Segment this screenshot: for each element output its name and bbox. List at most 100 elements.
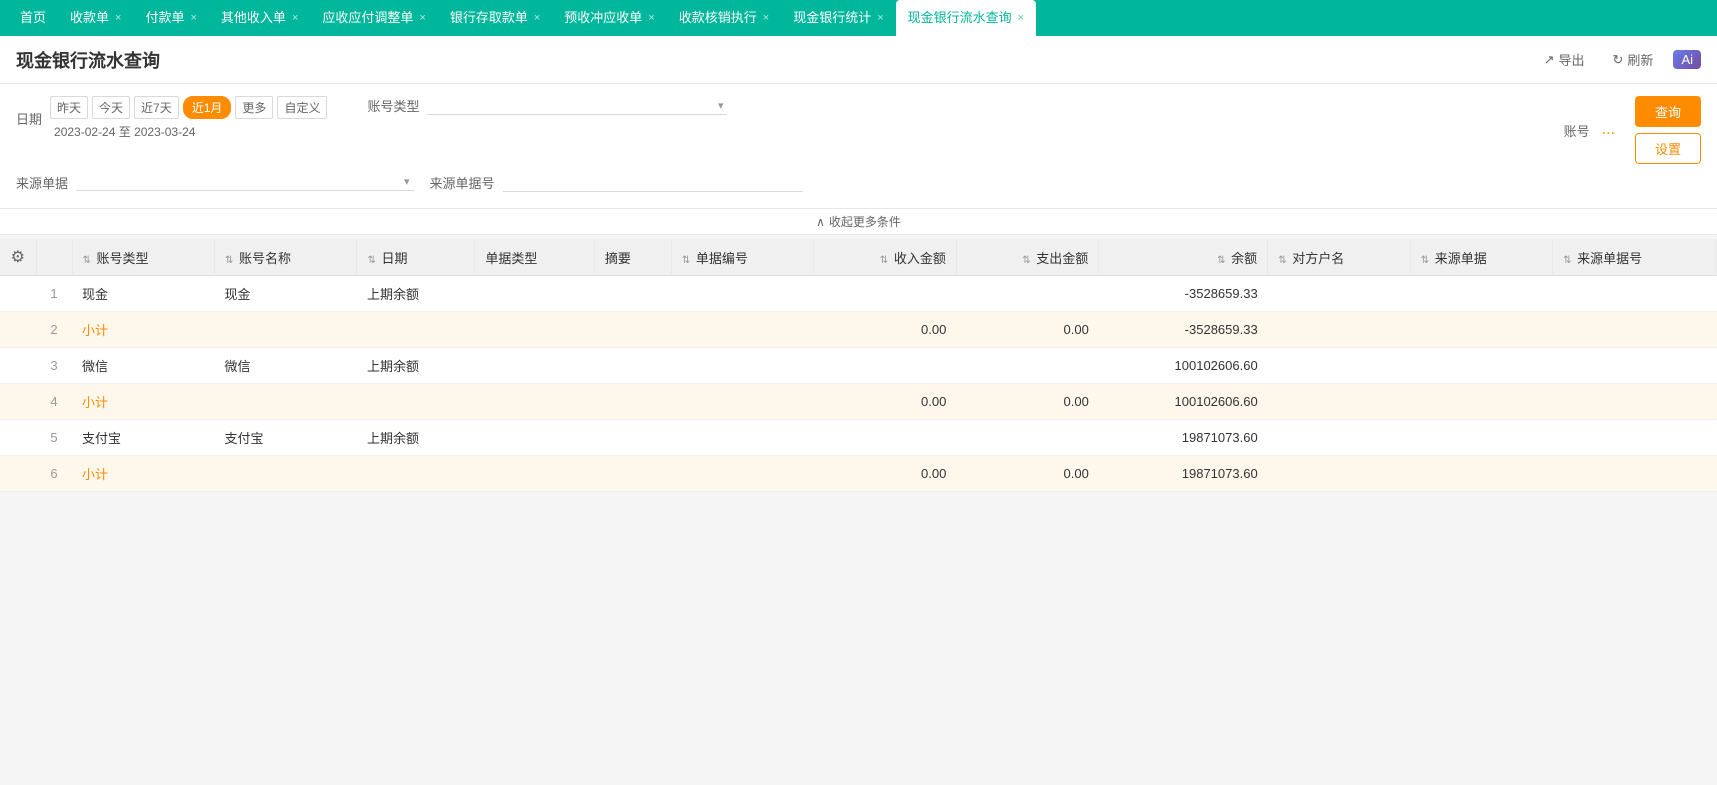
col-source-doc-no[interactable]: ⇅ 来源单据号 <box>1553 239 1717 276</box>
cell-account-type: 小计 <box>72 312 214 348</box>
cell-source-doc-no <box>1553 348 1717 384</box>
cell-date: 上期余额 <box>357 276 475 312</box>
col-doc-no[interactable]: ⇅ 单据编号 <box>671 239 813 276</box>
cell-account-name <box>214 384 356 420</box>
source-doc-no-input[interactable] <box>503 172 803 192</box>
cell-num: 4 <box>36 384 72 420</box>
col-account-name[interactable]: ⇅ 账号名称 <box>214 239 356 276</box>
nav-other-income[interactable]: 其他收入单 × <box>209 0 310 36</box>
close-cash-bank-flow-icon[interactable]: × <box>1018 0 1024 36</box>
account-no-filter-group: 账号 ... 查询 设置 <box>1564 96 1701 164</box>
date-custom[interactable]: 自定义 <box>277 96 327 119</box>
source-doc-chevron-icon: ▾ <box>404 175 410 188</box>
close-advance-offset-icon[interactable]: × <box>648 0 654 36</box>
cell-summary <box>594 456 671 492</box>
cell-gear <box>0 456 36 492</box>
account-type-label: 账号类型 <box>367 96 419 115</box>
cell-doc-type <box>475 276 595 312</box>
cell-summary <box>594 420 671 456</box>
cell-summary <box>594 276 671 312</box>
date-1month[interactable]: 近1月 <box>183 96 232 119</box>
cell-income <box>814 420 956 456</box>
source-doc-select[interactable]: ▾ <box>76 173 414 191</box>
close-cash-bank-stat-icon[interactable]: × <box>877 0 883 36</box>
col-balance[interactable]: ⇅ 余额 <box>1099 239 1268 276</box>
cell-gear <box>0 348 36 384</box>
nav-advance-offset[interactable]: 预收冲应收单 × <box>552 0 666 36</box>
query-button[interactable]: 查询 <box>1635 96 1701 127</box>
col-gear[interactable]: ⚙ <box>0 239 36 276</box>
cell-source-doc <box>1410 312 1552 348</box>
close-payable-adjust-icon[interactable]: × <box>419 0 425 36</box>
col-source-doc[interactable]: ⇅ 来源单据 <box>1410 239 1552 276</box>
cell-account-name: 支付宝 <box>214 420 356 456</box>
nav-payable-adjust[interactable]: 应收应付调整单 × <box>310 0 437 36</box>
sort-source-doc-no-icon: ⇅ <box>1563 255 1571 266</box>
account-no-dots-button[interactable]: ... <box>1598 121 1619 139</box>
close-receipt-icon[interactable]: × <box>115 0 121 36</box>
date-today[interactable]: 今天 <box>92 96 130 119</box>
col-expense[interactable]: ⇅ 支出金额 <box>956 239 1098 276</box>
date-yesterday[interactable]: 昨天 <box>50 96 88 119</box>
data-table-container: ⚙ ⇅ 账号类型 ⇅ 账号名称 ⇅ 日期 单据类型 <box>0 239 1717 492</box>
close-bank-deposit-icon[interactable]: × <box>534 0 540 36</box>
cell-doc-no <box>671 312 813 348</box>
col-counterparty[interactable]: ⇅ 对方户名 <box>1268 239 1410 276</box>
col-account-type[interactable]: ⇅ 账号类型 <box>72 239 214 276</box>
cell-account-name <box>214 312 356 348</box>
cell-date: 上期余额 <box>357 348 475 384</box>
cell-source-doc-no <box>1553 276 1717 312</box>
sort-balance-icon: ⇅ <box>1217 255 1225 266</box>
account-type-filter-group: 账号类型 ▾ <box>367 96 727 115</box>
cell-source-doc <box>1410 384 1552 420</box>
date-7days[interactable]: 近7天 <box>134 96 179 119</box>
cell-doc-no <box>671 456 813 492</box>
source-doc-filter-group: 来源单据 ▾ <box>16 173 414 192</box>
nav-bank-deposit[interactable]: 银行存取款单 × <box>438 0 552 36</box>
gear-icon: ⚙ <box>11 249 25 266</box>
cell-source-doc-no <box>1553 420 1717 456</box>
table-body: 1现金现金上期余额-3528659.332小计0.000.00-3528659.… <box>0 276 1717 492</box>
nav-collection-exec[interactable]: 收款核销执行 × <box>667 0 781 36</box>
cell-expense <box>956 276 1098 312</box>
cell-doc-no <box>671 420 813 456</box>
export-button[interactable]: ↗ 导出 <box>1536 46 1593 73</box>
cell-num: 3 <box>36 348 72 384</box>
sort-date-icon: ⇅ <box>367 255 375 266</box>
nav-receipt[interactable]: 收款单 × <box>58 0 133 36</box>
cell-account-type: 小计 <box>72 384 214 420</box>
account-type-select[interactable]: ▾ <box>427 97 727 115</box>
refresh-button[interactable]: ↻ 刷新 <box>1605 46 1662 73</box>
nav-payment[interactable]: 付款单 × <box>133 0 208 36</box>
cell-gear <box>0 312 36 348</box>
cell-source-doc-no <box>1553 312 1717 348</box>
cell-account-name <box>214 456 356 492</box>
col-doc-type: 单据类型 <box>475 239 595 276</box>
cell-counterparty <box>1268 456 1410 492</box>
cell-account-type: 支付宝 <box>72 420 214 456</box>
collapse-label: 收起更多条件 <box>829 213 901 230</box>
close-payment-icon[interactable]: × <box>190 0 196 36</box>
col-income[interactable]: ⇅ 收入金额 <box>814 239 956 276</box>
cell-income <box>814 276 956 312</box>
page-header: 现金银行流水查询 ↗ 导出 ↻ 刷新 Ai <box>0 36 1717 84</box>
cell-doc-no <box>671 276 813 312</box>
date-label: 日期 <box>16 109 42 128</box>
col-date[interactable]: ⇅ 日期 <box>357 239 475 276</box>
close-other-income-icon[interactable]: × <box>292 0 298 36</box>
cell-source-doc-no <box>1553 384 1717 420</box>
cell-counterparty <box>1268 276 1410 312</box>
nav-home[interactable]: 首页 <box>8 0 58 36</box>
cell-balance: -3528659.33 <box>1099 312 1268 348</box>
cell-source-doc <box>1410 276 1552 312</box>
table-row: 2小计0.000.00-3528659.33 <box>0 312 1717 348</box>
cell-income: 0.00 <box>814 312 956 348</box>
nav-cash-bank-flow[interactable]: 现金银行流水查询 × <box>896 0 1036 36</box>
settings-button[interactable]: 设置 <box>1635 133 1701 164</box>
close-collection-exec-icon[interactable]: × <box>763 0 769 36</box>
nav-cash-bank-stat[interactable]: 现金银行统计 × <box>781 0 895 36</box>
cell-balance: 100102606.60 <box>1099 348 1268 384</box>
date-more[interactable]: 更多 <box>235 96 273 119</box>
collapse-bar[interactable]: ∧ 收起更多条件 <box>0 209 1717 235</box>
ai-button[interactable]: Ai <box>1673 50 1701 69</box>
